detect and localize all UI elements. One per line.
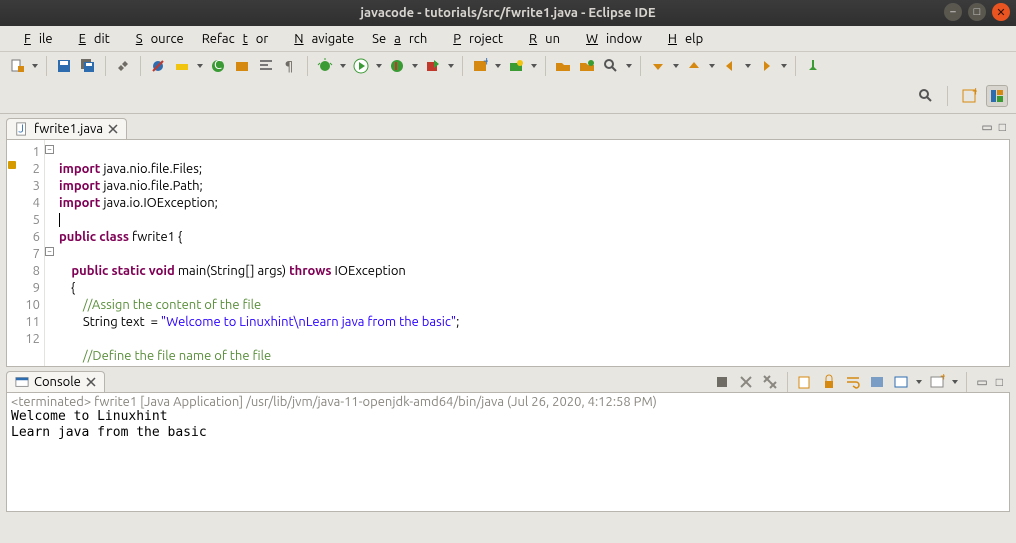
open-console-dropdown[interactable] — [950, 371, 960, 393]
pin-console-icon[interactable] — [866, 371, 888, 393]
menu-refactor[interactable]: Refactor — [194, 29, 277, 49]
back-icon[interactable] — [719, 55, 741, 77]
pin-icon[interactable] — [802, 55, 824, 77]
highlight-dropdown[interactable] — [195, 55, 205, 77]
debug-icon[interactable] — [314, 55, 336, 77]
pilcrow-icon[interactable]: ¶ — [279, 55, 301, 77]
code-editor[interactable]: − − 1 2 3 4 5 6 7 8 9 10 11 12 import ja… — [6, 139, 1010, 367]
menu-bar: File Edit Source Refactor Navigate Searc… — [0, 26, 1016, 52]
open-type-icon[interactable] — [576, 55, 598, 77]
search-icon[interactable] — [600, 55, 622, 77]
next-annotation-icon[interactable] — [647, 55, 669, 77]
window-title: javacode - tutorials/src/fwrite1.java - … — [360, 6, 655, 20]
new-dropdown[interactable] — [30, 55, 40, 77]
console-tab-label: Console — [34, 375, 81, 389]
highlight-icon[interactable] — [171, 55, 193, 77]
word-wrap-icon[interactable] — [842, 371, 864, 393]
editor-maximize-icon[interactable]: □ — [999, 120, 1006, 134]
console-line: Learn java from the basic — [11, 425, 1005, 441]
new-project-icon[interactable]: + — [469, 55, 491, 77]
prev-ann-dropdown[interactable] — [707, 55, 717, 77]
console-line: Welcome to Linuxhint — [11, 409, 1005, 425]
code-content[interactable]: import java.nio.file.Files; import java.… — [45, 140, 1009, 366]
run-dropdown[interactable] — [374, 55, 384, 77]
menu-navigate[interactable]: Navigate — [278, 29, 362, 49]
console-status: <terminated> fwrite1 [Java Application] … — [11, 395, 1005, 409]
svg-text:+: + — [940, 374, 945, 383]
svg-text:+: + — [972, 88, 977, 98]
new-folder-icon[interactable] — [505, 55, 527, 77]
close-tab-icon[interactable] — [108, 124, 118, 134]
save-all-icon[interactable] — [77, 55, 99, 77]
prev-annotation-icon[interactable] — [683, 55, 705, 77]
new-package-icon[interactable] — [231, 55, 253, 77]
external-run-dropdown[interactable] — [446, 55, 456, 77]
forward-icon[interactable] — [755, 55, 777, 77]
window-close-button[interactable]: ✕ — [992, 3, 1010, 21]
coverage-icon[interactable] — [386, 55, 408, 77]
menu-source[interactable]: Source — [120, 29, 192, 49]
editor-tab-fwrite1[interactable]: J fwrite1.java — [6, 118, 127, 139]
quick-access-icon[interactable] — [915, 85, 937, 107]
editor-minimize-icon[interactable]: ▭ — [981, 120, 992, 134]
menu-window[interactable]: Window — [570, 29, 650, 49]
back-dropdown[interactable] — [743, 55, 753, 77]
debug-dropdown[interactable] — [338, 55, 348, 77]
remove-launch-icon[interactable] — [735, 371, 757, 393]
new-project-dropdown[interactable] — [493, 55, 503, 77]
console-tab[interactable]: Console — [6, 371, 105, 392]
text-cursor — [59, 213, 60, 227]
display-dropdown[interactable] — [914, 371, 924, 393]
line-gutter: − − 1 2 3 4 5 6 7 8 9 10 11 12 — [7, 140, 45, 366]
console-toolbar: + ▭ □ — [711, 371, 1006, 393]
window-minimize-button[interactable]: – — [944, 3, 962, 21]
console-minimize-icon[interactable]: ▭ — [973, 375, 990, 389]
coverage-dropdown[interactable] — [410, 55, 420, 77]
menu-file[interactable]: File — [8, 29, 61, 49]
format-icon[interactable] — [255, 55, 277, 77]
terminate-icon[interactable] — [711, 371, 733, 393]
svg-text:J: J — [18, 123, 24, 136]
link-icon[interactable] — [112, 55, 134, 77]
new-icon[interactable] — [6, 55, 28, 77]
svg-text:¶: ¶ — [285, 59, 293, 73]
java-perspective-icon[interactable] — [986, 85, 1008, 107]
console-icon — [15, 375, 29, 389]
clear-console-icon[interactable] — [794, 371, 816, 393]
menu-edit[interactable]: Edit — [63, 29, 118, 49]
forward-dropdown[interactable] — [779, 55, 789, 77]
console-area: Console + ▭ □ <terminated> fwrite1 [Java… — [0, 367, 1016, 518]
main-toolbar: C ¶ + + — [0, 52, 1016, 114]
open-console-icon[interactable]: + — [926, 371, 948, 393]
svg-text:C: C — [214, 58, 222, 72]
editor-area: J fwrite1.java ▭ □ − − 1 2 3 4 5 6 7 8 9… — [0, 114, 1016, 367]
new-folder-dropdown[interactable] — [529, 55, 539, 77]
next-ann-dropdown[interactable] — [671, 55, 681, 77]
menu-run[interactable]: Run — [513, 29, 568, 49]
display-console-icon[interactable] — [890, 371, 912, 393]
window-maximize-button[interactable]: □ — [968, 3, 986, 21]
svg-text:+: + — [483, 58, 488, 68]
external-run-icon[interactable] — [422, 55, 444, 77]
console-maximize-icon[interactable]: □ — [993, 375, 1006, 389]
remove-all-icon[interactable] — [759, 371, 781, 393]
console-output[interactable]: <terminated> fwrite1 [Java Application] … — [6, 392, 1010, 512]
new-class-icon[interactable]: C — [207, 55, 229, 77]
search-dropdown[interactable] — [624, 55, 634, 77]
warning-marker-icon — [8, 161, 16, 169]
editor-tab-label: fwrite1.java — [34, 122, 103, 136]
open-perspective-icon[interactable]: + — [958, 85, 980, 107]
skip-breakpoints-icon[interactable] — [147, 55, 169, 77]
scroll-lock-icon[interactable] — [818, 371, 840, 393]
menu-help[interactable]: Help — [652, 29, 711, 49]
menu-search[interactable]: Search — [364, 29, 435, 49]
save-icon[interactable] — [53, 55, 75, 77]
java-file-icon: J — [15, 122, 29, 136]
close-console-icon[interactable] — [86, 377, 96, 387]
title-bar: javacode - tutorials/src/fwrite1.java - … — [0, 0, 1016, 26]
run-icon[interactable] — [350, 55, 372, 77]
menu-project[interactable]: Project — [437, 29, 511, 49]
open-folder-icon[interactable] — [552, 55, 574, 77]
